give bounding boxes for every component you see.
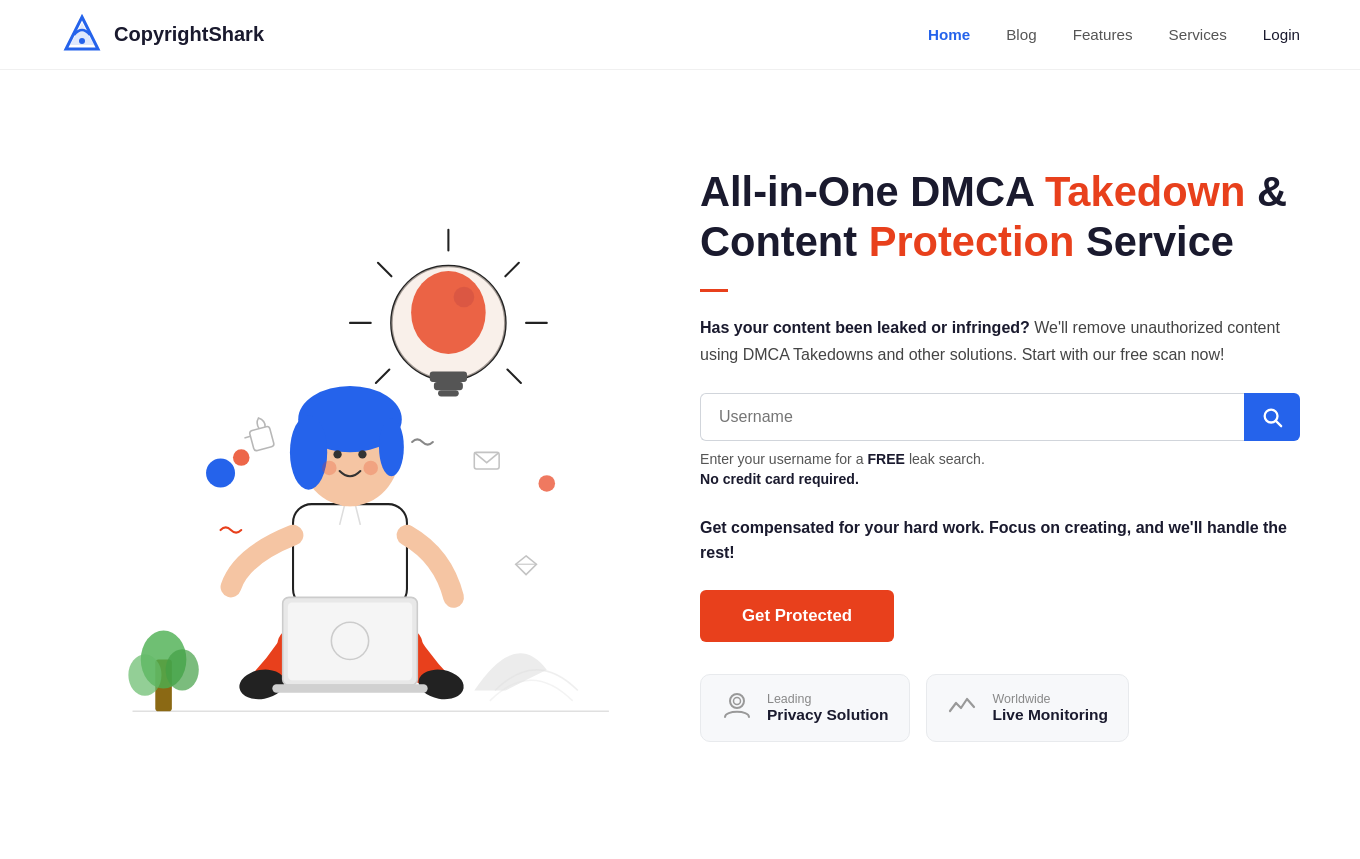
- search-row: [700, 393, 1300, 441]
- get-protected-button[interactable]: Get Protected: [700, 590, 894, 642]
- svg-point-27: [379, 418, 404, 476]
- nav-blog[interactable]: Blog: [1006, 26, 1036, 43]
- logo-icon: [60, 13, 104, 57]
- svg-point-30: [322, 461, 336, 475]
- svg-rect-44: [249, 426, 274, 451]
- svg-line-50: [1276, 421, 1281, 426]
- svg-point-28: [333, 450, 341, 458]
- no-cc-text: No credit card required.: [700, 471, 1300, 487]
- nav-services[interactable]: Services: [1169, 26, 1227, 43]
- search-icon: [1261, 406, 1283, 428]
- hero-illustration: [60, 152, 640, 757]
- nav-home[interactable]: Home: [928, 26, 970, 43]
- svg-point-51: [730, 694, 744, 708]
- svg-point-6: [538, 475, 555, 492]
- badge-privacy: Leading Privacy Solution: [700, 674, 910, 742]
- badge1-main: Privacy Solution: [767, 706, 889, 724]
- svg-line-45: [244, 436, 250, 438]
- svg-line-19: [507, 370, 520, 383]
- hint-pre: Enter your username for a: [700, 451, 867, 467]
- svg-point-26: [290, 415, 327, 490]
- badge-monitoring: Worldwide Live Monitoring: [926, 674, 1130, 742]
- badge-monitoring-text: Worldwide Live Monitoring: [993, 692, 1109, 724]
- cta-text: Get compensated for your hard work. Focu…: [700, 515, 1300, 566]
- title-highlight1: Takedown: [1045, 168, 1245, 215]
- logo-link[interactable]: CopyrightShark: [60, 13, 264, 57]
- illustration-svg: [60, 152, 640, 753]
- search-hint: Enter your username for a FREE leak sear…: [700, 451, 1300, 467]
- svg-rect-20: [293, 504, 407, 608]
- hint-free: FREE: [867, 451, 905, 467]
- hero-description: Has your content been leaked or infringe…: [700, 314, 1300, 368]
- badge2-sub: Worldwide: [993, 692, 1109, 706]
- nav-links: Home Blog Features Services Login: [928, 26, 1300, 44]
- svg-marker-46: [516, 556, 537, 575]
- hero-title: All-in-One DMCA Takedown & Content Prote…: [700, 167, 1300, 267]
- nav-features[interactable]: Features: [1073, 26, 1133, 43]
- svg-line-14: [378, 263, 391, 276]
- svg-point-3: [206, 459, 235, 488]
- title-divider: [700, 289, 728, 292]
- svg-rect-11: [434, 382, 463, 390]
- svg-point-42: [128, 654, 161, 695]
- badge-privacy-text: Leading Privacy Solution: [767, 692, 889, 724]
- badge1-sub: Leading: [767, 692, 889, 706]
- svg-point-9: [411, 271, 486, 354]
- svg-point-43: [166, 649, 199, 690]
- svg-point-29: [358, 450, 366, 458]
- desc-bold: Has your content been leaked or infringe…: [700, 319, 1030, 336]
- title-part1: All-in-One DMCA: [700, 168, 1045, 215]
- navbar: CopyrightShark Home Blog Features Servic…: [0, 0, 1360, 70]
- svg-rect-12: [438, 390, 459, 396]
- svg-rect-10: [430, 372, 467, 382]
- svg-point-52: [734, 697, 741, 704]
- hint-post: leak search.: [905, 451, 985, 467]
- badge2-main: Live Monitoring: [993, 706, 1109, 724]
- search-button[interactable]: [1244, 393, 1300, 441]
- badges-row: Leading Privacy Solution Worldwide Live …: [700, 674, 1300, 742]
- svg-line-18: [376, 370, 389, 383]
- svg-rect-36: [288, 603, 412, 681]
- svg-point-2: [79, 38, 85, 44]
- title-highlight2: Protection: [869, 218, 1075, 265]
- svg-rect-38: [272, 684, 427, 692]
- svg-point-31: [363, 461, 377, 475]
- hero-section: All-in-One DMCA Takedown & Content Prote…: [0, 70, 1360, 859]
- hero-content: All-in-One DMCA Takedown & Content Prote…: [660, 167, 1300, 741]
- monitoring-icon: [947, 689, 979, 727]
- username-input[interactable]: [700, 393, 1244, 441]
- privacy-icon: [721, 689, 753, 727]
- nav-login[interactable]: Login: [1263, 26, 1300, 43]
- svg-point-4: [233, 449, 250, 466]
- title-part3: Service: [1074, 218, 1234, 265]
- logo-text: CopyrightShark: [114, 23, 264, 46]
- svg-line-15: [505, 263, 518, 276]
